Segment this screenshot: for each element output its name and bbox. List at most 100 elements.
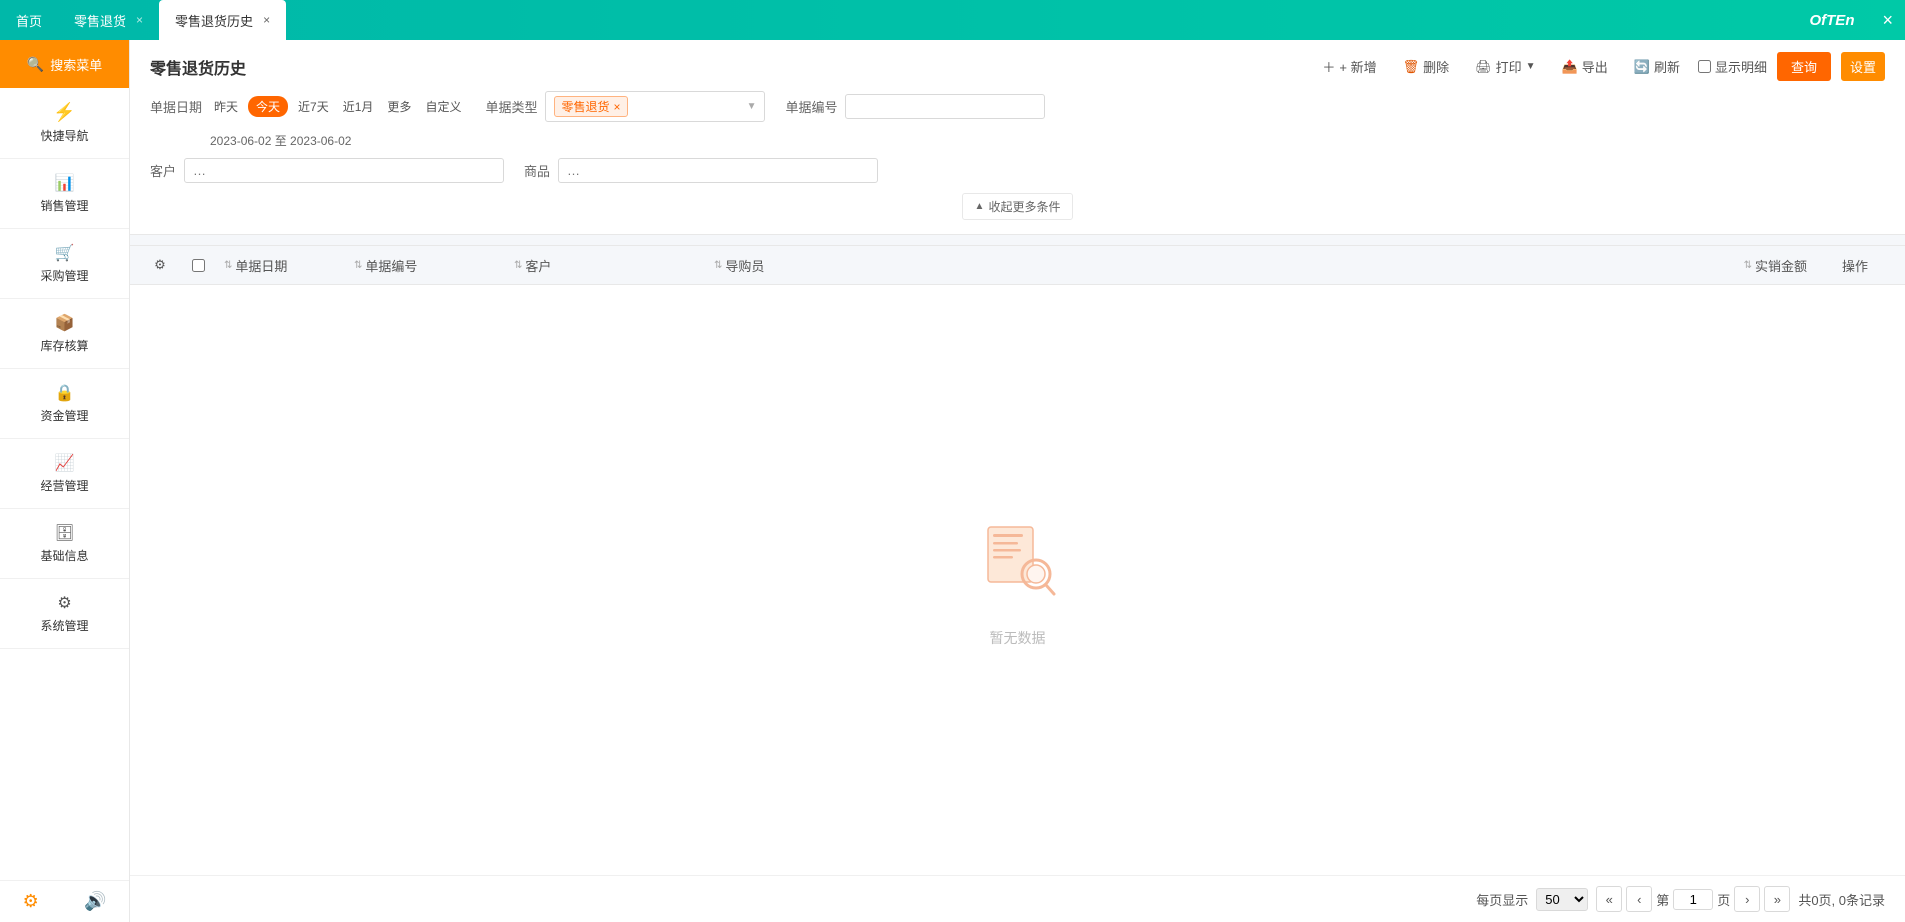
collapse-button[interactable]: ▲ 收起更多条件 [962,193,1074,220]
export-button[interactable]: 📤 导出 [1554,53,1616,80]
quick-nav-icon: ⚡ [53,102,75,123]
date-yesterday[interactable]: 昨天 [210,96,242,117]
th-bill-no[interactable]: ⇅ 单据编号 [346,256,506,275]
refresh-button[interactable]: 🔄 刷新 [1626,53,1688,80]
tab-retail-return[interactable]: 零售退货 × [58,0,159,40]
purchase-mgmt-icon: 🛒 [55,243,75,263]
tab-retail-return-history[interactable]: 零售退货历史 × [159,0,286,40]
sidebar-settings-icon[interactable]: ⚙ [23,891,39,912]
print-icon: 🖨 [1475,59,1492,75]
sidebar-item-base-info[interactable]: 🗄 基础信息 [0,509,129,579]
th-check[interactable] [180,259,216,272]
print-button[interactable]: 🖨 打印 ▼ [1467,53,1543,80]
date-last1m[interactable]: 近1月 [339,96,378,117]
date-range-text: 2023-06-02 至 2023-06-02 [210,134,351,148]
sidebar-item-finance[interactable]: 🔒 资金管理 [0,369,129,439]
collapse-up-icon: ▲ [975,201,985,212]
th-bill-no-label: 单据编号 [365,256,417,275]
date-more[interactable]: 更多 [383,96,415,117]
sidebar-search[interactable]: 🔍 搜索菜单 [0,40,129,88]
th-customer[interactable]: ⇅ 客户 [506,256,706,275]
query-button[interactable]: 查询 [1777,52,1831,81]
sidebar-item-inventory-label: 库存核算 [40,337,88,354]
sidebar-item-inventory[interactable]: 📦 库存核算 [0,299,129,369]
select-all-checkbox[interactable] [192,259,205,272]
toolbar: ＋ + 新增 🗑 删除 🖨 打印 ▼ 📤 导出 [1314,52,1885,81]
per-page-select[interactable]: 50 10 20 100 [1536,888,1588,911]
tab-home-label: 首页 [16,11,42,30]
sidebar-speaker-icon[interactable]: 🔊 [84,891,106,912]
sidebar-item-operations[interactable]: 📈 经营管理 [0,439,129,509]
sys-mgmt-icon: ⚙ [57,593,71,613]
th-bill-date[interactable]: ⇅ 单据日期 [216,256,346,275]
bill-type-select[interactable]: 零售退货 × ▼ [545,91,765,122]
date-custom[interactable]: 自定义 [421,96,465,117]
sidebar: 🔍 搜索菜单 ⚡ 快捷导航 📊 销售管理 🛒 采购管理 📦 库存核算 🔒 [0,40,130,922]
sidebar-item-purchase-mgmt-label: 采购管理 [40,267,88,284]
top-bar: 首页 零售退货 × 零售退货历史 × OfTEn × [0,0,1905,40]
bill-type-label: 单据类型 [485,97,537,116]
page-prev-button[interactable]: ‹ [1626,886,1652,912]
date-today[interactable]: 今天 [248,96,288,117]
sort-icon-amount: ⇅ [1744,260,1752,271]
sidebar-item-sys-mgmt[interactable]: ⚙ 系统管理 [0,579,129,649]
settings-label: 设置 [1850,57,1876,76]
pagination-bar: 每页显示 50 10 20 100 « ‹ 第 页 › » 共0页, 0条记录 [130,875,1905,922]
th-amount[interactable]: ⇅ 实销金额 [866,256,1815,275]
th-guide-label: 导购员 [725,256,764,275]
content-area: 零售退货历史 ＋ + 新增 🗑 删除 🖨 打印 ▼ [130,40,1905,922]
empty-text: 暂无数据 [990,628,1046,648]
th-action: 操作 [1815,256,1895,275]
th-settings[interactable]: ⚙ [140,257,180,273]
page-title: 零售退货历史 [150,55,246,79]
bill-type-tag-close[interactable]: × [613,100,620,114]
sidebar-search-label: 搜索菜单 [50,55,102,74]
tab-retail-return-history-close[interactable]: × [263,13,270,27]
display-detail-check[interactable] [1698,60,1711,73]
query-label: 查询 [1791,57,1817,76]
sidebar-nav: ⚡ 快捷导航 📊 销售管理 🛒 采购管理 📦 库存核算 🔒 资金管理 📈 [0,88,129,880]
delete-button[interactable]: 🗑 删除 [1395,53,1458,80]
display-detail-checkbox[interactable]: 显示明细 [1698,57,1767,76]
th-settings-icon: ⚙ [154,257,166,273]
tab-retail-return-history-label: 零售退货历史 [175,11,253,30]
tab-retail-return-close[interactable]: × [136,13,143,27]
tab-home[interactable]: 首页 [0,0,58,40]
settings-button[interactable]: 设置 [1841,52,1885,81]
sidebar-item-sales-mgmt[interactable]: 📊 销售管理 [0,159,129,229]
page-next-button[interactable]: › [1734,886,1760,912]
date-last7[interactable]: 近7天 [294,96,333,117]
page-first-button[interactable]: « [1596,886,1622,912]
date-options: 昨天 今天 近7天 近1月 更多 自定义 [210,96,465,117]
filter-area: 单据日期 昨天 今天 近7天 近1月 更多 自定义 单据类型 [150,91,1885,234]
customer-input[interactable] [184,158,504,183]
delete-label: 删除 [1423,57,1449,76]
page-last-button[interactable]: » [1764,886,1790,912]
total-label: 共0页, 0条记录 [1798,890,1885,909]
delete-icon: 🗑 [1403,59,1420,75]
main-layout: 🔍 搜索菜单 ⚡ 快捷导航 📊 销售管理 🛒 采购管理 📦 库存核算 🔒 [0,40,1905,922]
page-nav: « ‹ 第 页 › » [1596,886,1790,912]
bill-no-input[interactable] [845,94,1045,119]
page-title-row: 零售退货历史 ＋ + 新增 🗑 删除 🖨 打印 ▼ [150,52,1885,81]
table-area: ⚙ ⇅ 单据日期 ⇅ 单据编号 ⇅ 客户 ⇅ [130,245,1905,922]
sidebar-item-operations-label: 经营管理 [40,477,88,494]
customer-label: 客户 [150,161,176,180]
sidebar-item-quick-nav-label: 快捷导航 [40,127,88,144]
filter-bill-no: 单据编号 [785,94,1045,119]
sidebar-item-quick-nav[interactable]: ⚡ 快捷导航 [0,88,129,159]
refresh-icon: 🔄 [1634,59,1650,75]
sidebar-item-purchase-mgmt[interactable]: 🛒 采购管理 [0,229,129,299]
add-button[interactable]: ＋ + 新增 [1314,53,1384,80]
sort-icon-customer: ⇅ [514,260,522,271]
export-label: 导出 [1582,57,1608,76]
refresh-label: 刷新 [1654,57,1680,76]
sidebar-item-base-info-label: 基础信息 [40,547,88,564]
filter-customer: 客户 [150,158,504,183]
base-info-icon: 🗄 [54,523,74,543]
display-detail-label: 显示明细 [1715,57,1767,76]
window-close-button[interactable]: × [1870,10,1905,31]
page-input[interactable] [1673,889,1713,910]
th-guide[interactable]: ⇅ 导购员 [706,256,866,275]
goods-input[interactable] [558,158,878,183]
